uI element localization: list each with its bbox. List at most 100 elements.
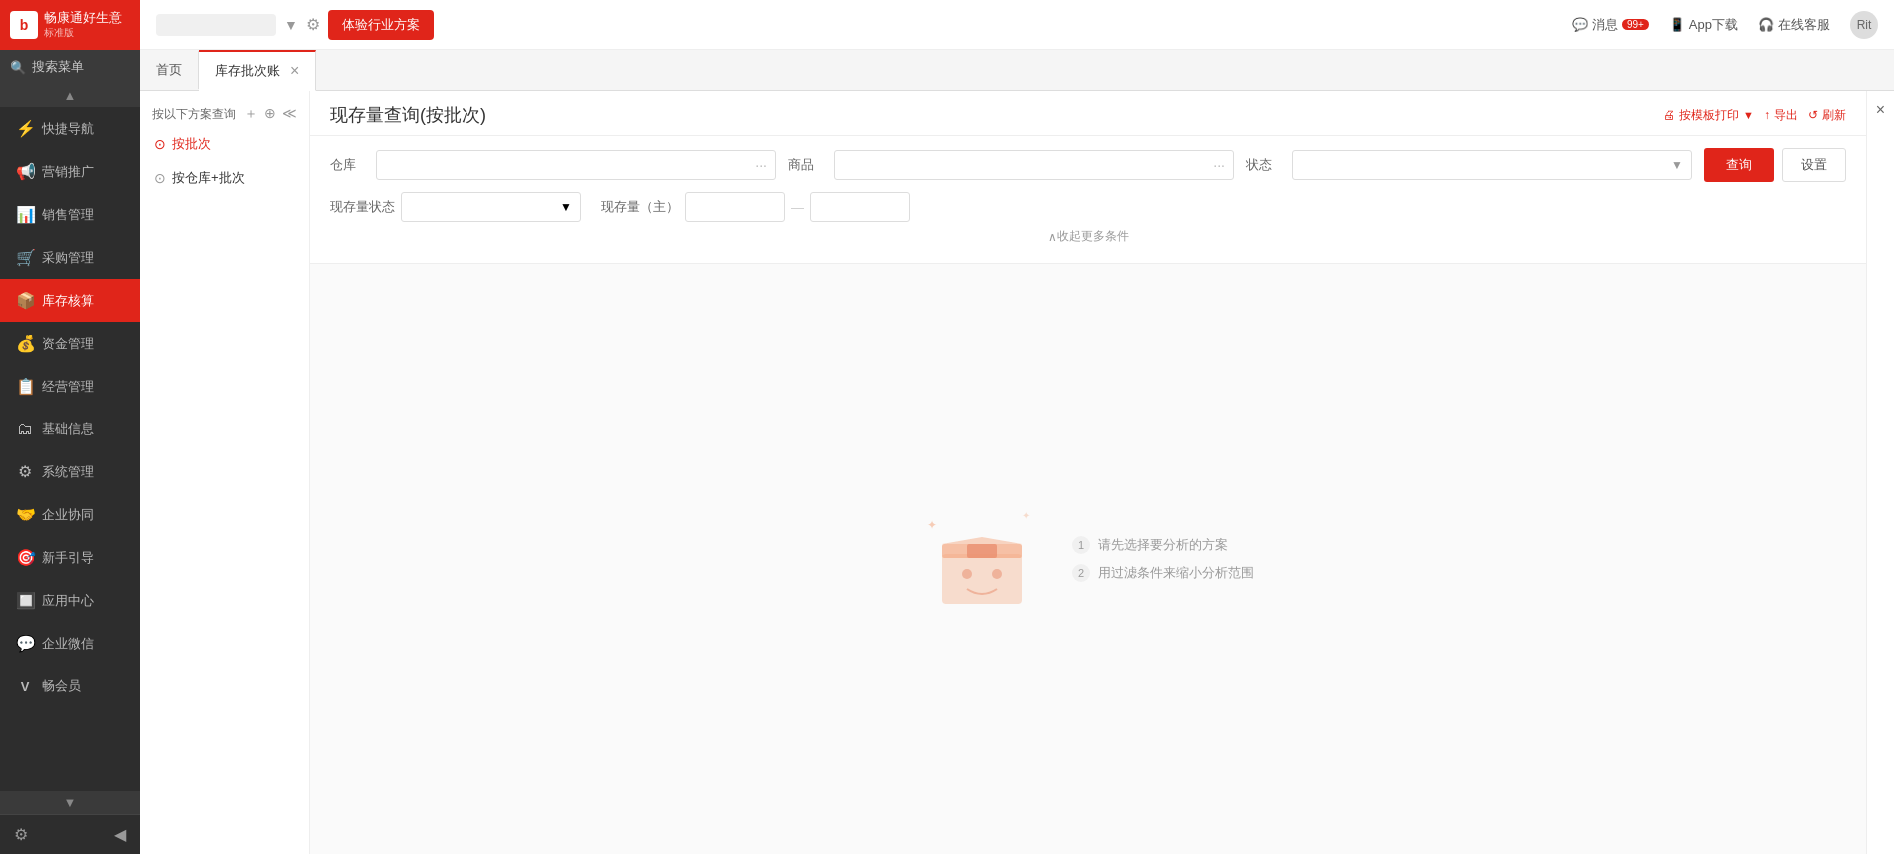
settings-btn[interactable]: 设置 (1782, 148, 1846, 182)
service-icon: 🎧 (1758, 17, 1774, 32)
user-avatar: Rit (1850, 11, 1878, 39)
sidebar-nav: ⚡ 快捷导航 📢 营销推广 📊 销售管理 🛒 采购管理 📦 库存核算 💰 资金管… (0, 107, 140, 791)
inventory-icon: 📦 (16, 291, 34, 310)
refresh-icon: ↺ (1808, 108, 1818, 122)
warehouse-more-icon[interactable]: ··· (755, 157, 767, 173)
empty-illustration: ✦ ✦ (922, 499, 1042, 619)
wechat-icon: 💬 (16, 634, 34, 653)
sidebar-item-inventory[interactable]: 📦 库存核算 (0, 279, 140, 322)
sidebar-item-operations[interactable]: 📋 经营管理 (0, 365, 140, 408)
sidebar-item-marketing[interactable]: 📢 营销推广 (0, 150, 140, 193)
tabbar: 首页 库存批次账 × (140, 50, 1894, 91)
svg-marker-3 (942, 537, 1022, 544)
search-icon: 🔍 (10, 60, 26, 75)
product-label: 商品 (788, 156, 828, 174)
product-input[interactable] (843, 158, 1213, 172)
svg-rect-0 (942, 554, 1022, 604)
hint-2: 2 用过滤条件来缩小分析范围 (1072, 564, 1254, 582)
product-input-wrap[interactable]: ··· (834, 150, 1234, 180)
empty-svg: ✦ ✦ (922, 499, 1042, 619)
sidebar-item-label: 采购管理 (42, 249, 94, 267)
hint-1-text: 请先选择要分析的方案 (1098, 536, 1228, 554)
warehouse-input-wrap[interactable]: ··· (376, 150, 776, 180)
sidebar-item-newuser[interactable]: 🎯 新手引导 (0, 536, 140, 579)
status-dropdown-icon: ▼ (1671, 158, 1683, 172)
sidebar-item-member[interactable]: V 畅会员 (0, 665, 140, 707)
member-icon: V (16, 679, 34, 694)
sidebar-item-basic[interactable]: 🗂 基础信息 (0, 408, 140, 450)
print-btn[interactable]: 🖨 按模板打印 ▼ (1663, 107, 1754, 124)
sidebar-item-label: 系统管理 (42, 463, 94, 481)
content-area: 现存量查询(按批次) 🖨 按模板打印 ▼ ↑ 导出 ↺ 刷新 (310, 91, 1866, 854)
product-field: 商品 ··· (788, 150, 1234, 180)
print-dropdown-icon[interactable]: ▼ (1743, 109, 1754, 121)
page-area: 按以下方案查询 ＋ ⊕ ≪ ⊙ 按批次 ⊙ 按仓库+批次 现存量查询(按批次) (140, 91, 1894, 854)
sidebar-item-label: 营销推广 (42, 163, 94, 181)
sidebar-item-sales[interactable]: 📊 销售管理 (0, 193, 140, 236)
sidebar-item-system[interactable]: ⚙ 系统管理 (0, 450, 140, 493)
filter-by-batch[interactable]: ⊙ 按批次 (140, 127, 309, 161)
export-btn[interactable]: ↑ 导出 (1764, 107, 1798, 124)
status-select[interactable]: ▼ (1292, 150, 1692, 180)
online-service-label: 在线客服 (1778, 16, 1830, 34)
online-service-action[interactable]: 🎧 在线客服 (1758, 16, 1830, 34)
refresh-btn[interactable]: ↺ 刷新 (1808, 107, 1846, 124)
search-row-1: 仓库 ··· 商品 ··· (330, 148, 1846, 182)
collapse-filter-icon[interactable]: ≪ (282, 105, 297, 123)
sidebar-search[interactable]: 🔍 搜索菜单 (0, 50, 140, 84)
svg-point-5 (992, 569, 1002, 579)
refresh-label: 刷新 (1822, 107, 1846, 124)
sidebar-item-enterprise[interactable]: 🤝 企业协同 (0, 493, 140, 536)
filter-by-warehouse-batch[interactable]: ⊙ 按仓库+批次 (140, 161, 309, 195)
collapse-row[interactable]: ∧ 收起更多条件 (330, 222, 1846, 251)
messages-label: 消息 (1592, 16, 1618, 34)
topbar-dropdown-btn[interactable]: ▼ (284, 17, 298, 33)
sidebar-item-wechat[interactable]: 💬 企业微信 (0, 622, 140, 665)
sidebar-item-label: 销售管理 (42, 206, 94, 224)
qty-from-input[interactable] (685, 192, 785, 222)
topbar-settings-icon[interactable]: ⚙ (306, 15, 320, 34)
sales-icon: 📊 (16, 205, 34, 224)
app-download-action[interactable]: 📱 App下载 (1669, 16, 1738, 34)
filter-by-batch-label: 按批次 (172, 135, 211, 153)
right-panel: × (1866, 91, 1894, 854)
export-label: 导出 (1774, 107, 1798, 124)
tab-close-btn[interactable]: × (290, 62, 299, 80)
breadcrumb-input[interactable] (156, 14, 276, 36)
inventory-status-field: 现存量状态 ▼ (330, 192, 581, 222)
tab-inventory-batch-label: 库存批次账 (215, 62, 280, 80)
scroll-up-btn[interactable]: ▲ (0, 84, 140, 107)
add-filter-icon[interactable]: ＋ (244, 105, 258, 123)
messages-action[interactable]: 💬 消息 99+ (1572, 16, 1649, 34)
quick-nav-icon: ⚡ (16, 119, 34, 138)
query-btn[interactable]: 查询 (1704, 148, 1774, 182)
sidebar-item-label: 应用中心 (42, 592, 94, 610)
sidebar-item-purchase[interactable]: 🛒 采购管理 (0, 236, 140, 279)
row1-buttons: 查询 设置 (1704, 148, 1846, 182)
scroll-down-btn[interactable]: ▼ (0, 791, 140, 814)
finance-icon: 💰 (16, 334, 34, 353)
purchase-icon: 🛒 (16, 248, 34, 267)
user-action[interactable]: Rit (1850, 11, 1878, 39)
sidebar-item-quick-nav[interactable]: ⚡ 快捷导航 (0, 107, 140, 150)
qty-to-input[interactable] (810, 192, 910, 222)
warehouse-input[interactable] (385, 158, 755, 172)
tab-inventory-batch[interactable]: 库存批次账 × (199, 50, 316, 91)
tab-home-label: 首页 (156, 61, 182, 79)
sidebar-item-label: 企业微信 (42, 635, 94, 653)
page-title: 现存量查询(按批次) (330, 103, 486, 127)
sidebar-item-label: 企业协同 (42, 506, 94, 524)
sidebar-item-apps[interactable]: 🔲 应用中心 (0, 579, 140, 622)
product-more-icon[interactable]: ··· (1213, 157, 1225, 173)
sidebar-item-label: 库存核算 (42, 292, 94, 310)
inventory-status-select[interactable]: ▼ (401, 192, 581, 222)
sidebar-item-finance[interactable]: 💰 资金管理 (0, 322, 140, 365)
settings-icon[interactable]: ⚙ (14, 825, 28, 844)
collapse-sidebar-icon[interactable]: ◀ (114, 825, 126, 844)
app-download-label: App下载 (1689, 16, 1738, 34)
settings-filter-icon[interactable]: ⊕ (264, 105, 276, 123)
right-panel-close-btn[interactable]: × (1876, 101, 1885, 119)
tab-home[interactable]: 首页 (140, 51, 199, 89)
print-label: 按模板打印 (1679, 107, 1739, 124)
trial-btn[interactable]: 体验行业方案 (328, 10, 434, 40)
